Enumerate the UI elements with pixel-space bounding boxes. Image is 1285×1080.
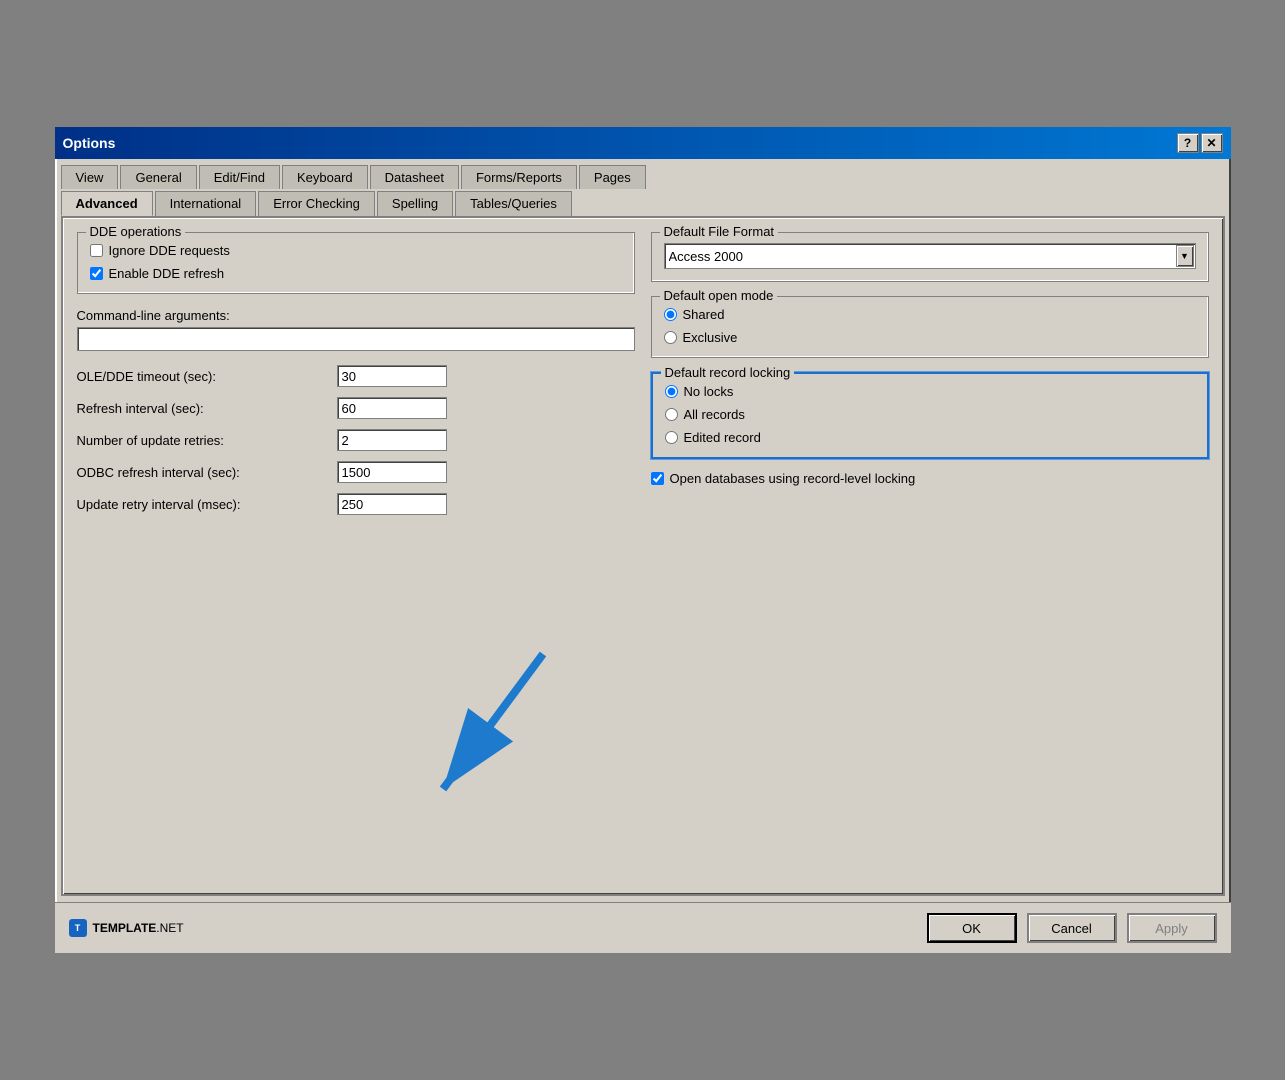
ok-button[interactable]: OK: [927, 913, 1017, 943]
ignore-dde-checkbox[interactable]: [90, 244, 103, 257]
help-button[interactable]: ?: [1177, 133, 1199, 153]
tab-international[interactable]: International: [155, 191, 257, 216]
tab-errorchecking[interactable]: Error Checking: [258, 191, 375, 216]
exclusive-label: Exclusive: [683, 330, 738, 345]
ignore-dde-row: Ignore DDE requests: [90, 243, 622, 258]
tab-formsreports[interactable]: Forms/Reports: [461, 165, 577, 189]
odbc-refresh-label: ODBC refresh interval (sec):: [77, 465, 337, 480]
tab-tablesqueries[interactable]: Tables/Queries: [455, 191, 572, 216]
options-dialog: Options ? ✕ View General Edit/Find Keybo…: [53, 125, 1233, 955]
ole-dde-timeout-input[interactable]: [337, 365, 447, 387]
tab-datasheet[interactable]: Datasheet: [370, 165, 459, 189]
odbc-refresh-row: ODBC refresh interval (sec):: [77, 461, 635, 483]
title-bar-buttons: ? ✕: [1177, 133, 1223, 153]
main-two-col: DDE operations Ignore DDE requests Enabl…: [77, 232, 1209, 525]
exclusive-radio[interactable]: [664, 331, 677, 344]
tab-view[interactable]: View: [61, 165, 119, 189]
brand-icon-text: T: [75, 923, 81, 933]
enable-dde-label: Enable DDE refresh: [109, 266, 225, 281]
dialog-title: Options: [63, 135, 116, 151]
dde-group-title: DDE operations: [86, 224, 186, 239]
all-records-radio[interactable]: [665, 408, 678, 421]
shared-radio-row: Shared: [664, 307, 1196, 322]
tabs-row2: Advanced International Error Checking Sp…: [55, 189, 1231, 216]
button-group: OK Cancel Apply: [927, 913, 1217, 943]
tab-spelling[interactable]: Spelling: [377, 191, 453, 216]
tab-advanced[interactable]: Advanced: [61, 191, 153, 216]
open-mode-group-title: Default open mode: [660, 288, 778, 303]
file-format-dropdown[interactable]: Access 2000 Access 2002-2003 Access 2007: [664, 243, 1196, 269]
brand-name-rest: .NET: [156, 921, 183, 935]
all-records-radio-row: All records: [665, 407, 1195, 422]
arrow-annotation: [413, 634, 613, 814]
file-format-group-title: Default File Format: [660, 224, 779, 239]
no-locks-radio[interactable]: [665, 385, 678, 398]
apply-button[interactable]: Apply: [1127, 913, 1217, 943]
open-db-row: Open databases using record-level lockin…: [651, 471, 1209, 486]
file-format-dropdown-wrapper: Access 2000 Access 2002-2003 Access 2007…: [664, 243, 1196, 269]
cmd-args-section: Command-line arguments:: [77, 308, 635, 365]
bottom-bar: T TEMPLATE.NET OK Cancel Apply: [55, 902, 1231, 953]
edited-record-label: Edited record: [684, 430, 761, 445]
refresh-interval-row: Refresh interval (sec):: [77, 397, 635, 419]
open-mode-group-box: Default open mode Shared Exclusive: [651, 296, 1209, 358]
cmd-args-input[interactable]: [77, 327, 635, 351]
tab-editfind[interactable]: Edit/Find: [199, 165, 280, 189]
update-retries-input[interactable]: [337, 429, 447, 451]
cancel-button[interactable]: Cancel: [1027, 913, 1117, 943]
right-column: Default File Format Access 2000 Access 2…: [651, 232, 1209, 525]
title-bar: Options ? ✕: [55, 127, 1231, 159]
tab-pages[interactable]: Pages: [579, 165, 646, 189]
edited-record-radio[interactable]: [665, 431, 678, 444]
ignore-dde-label: Ignore DDE requests: [109, 243, 230, 258]
edited-record-radio-row: Edited record: [665, 430, 1195, 445]
update-retries-row: Number of update retries:: [77, 429, 635, 451]
refresh-interval-label: Refresh interval (sec):: [77, 401, 337, 416]
shared-radio[interactable]: [664, 308, 677, 321]
enable-dde-checkbox[interactable]: [90, 267, 103, 280]
shared-label: Shared: [683, 307, 725, 322]
content-area: DDE operations Ignore DDE requests Enabl…: [61, 216, 1225, 896]
update-retry-interval-input[interactable]: [337, 493, 447, 515]
update-retry-interval-label: Update retry interval (msec):: [77, 497, 337, 512]
record-locking-group-box: Default record locking No locks All reco…: [651, 372, 1209, 459]
dde-group-box: DDE operations Ignore DDE requests Enabl…: [77, 232, 635, 294]
update-retries-label: Number of update retries:: [77, 433, 337, 448]
exclusive-radio-row: Exclusive: [664, 330, 1196, 345]
enable-dde-row: Enable DDE refresh: [90, 266, 622, 281]
odbc-refresh-input[interactable]: [337, 461, 447, 483]
file-format-group-box: Default File Format Access 2000 Access 2…: [651, 232, 1209, 282]
no-locks-label: No locks: [684, 384, 734, 399]
left-column: DDE operations Ignore DDE requests Enabl…: [77, 232, 635, 525]
brand: T TEMPLATE.NET: [69, 919, 184, 937]
tab-keyboard[interactable]: Keyboard: [282, 165, 368, 189]
brand-text: TEMPLATE.NET: [93, 921, 184, 935]
refresh-interval-input[interactable]: [337, 397, 447, 419]
ole-dde-timeout-row: OLE/DDE timeout (sec):: [77, 365, 635, 387]
open-db-checkbox[interactable]: [651, 472, 664, 485]
ole-dde-timeout-label: OLE/DDE timeout (sec):: [77, 369, 337, 384]
cmd-args-label: Command-line arguments:: [77, 308, 635, 323]
brand-icon: T: [69, 919, 87, 937]
brand-name-bold: TEMPLATE: [93, 921, 157, 935]
open-db-label: Open databases using record-level lockin…: [670, 471, 916, 486]
tabs-row1: View General Edit/Find Keyboard Datashee…: [55, 159, 1231, 189]
arrow-svg: [413, 634, 613, 814]
record-locking-group-title: Default record locking: [661, 365, 795, 380]
tab-general[interactable]: General: [120, 165, 196, 189]
all-records-label: All records: [684, 407, 745, 422]
update-retry-interval-row: Update retry interval (msec):: [77, 493, 635, 515]
no-locks-radio-row: No locks: [665, 384, 1195, 399]
close-button[interactable]: ✕: [1201, 133, 1223, 153]
title-bar-left: Options: [63, 135, 116, 151]
